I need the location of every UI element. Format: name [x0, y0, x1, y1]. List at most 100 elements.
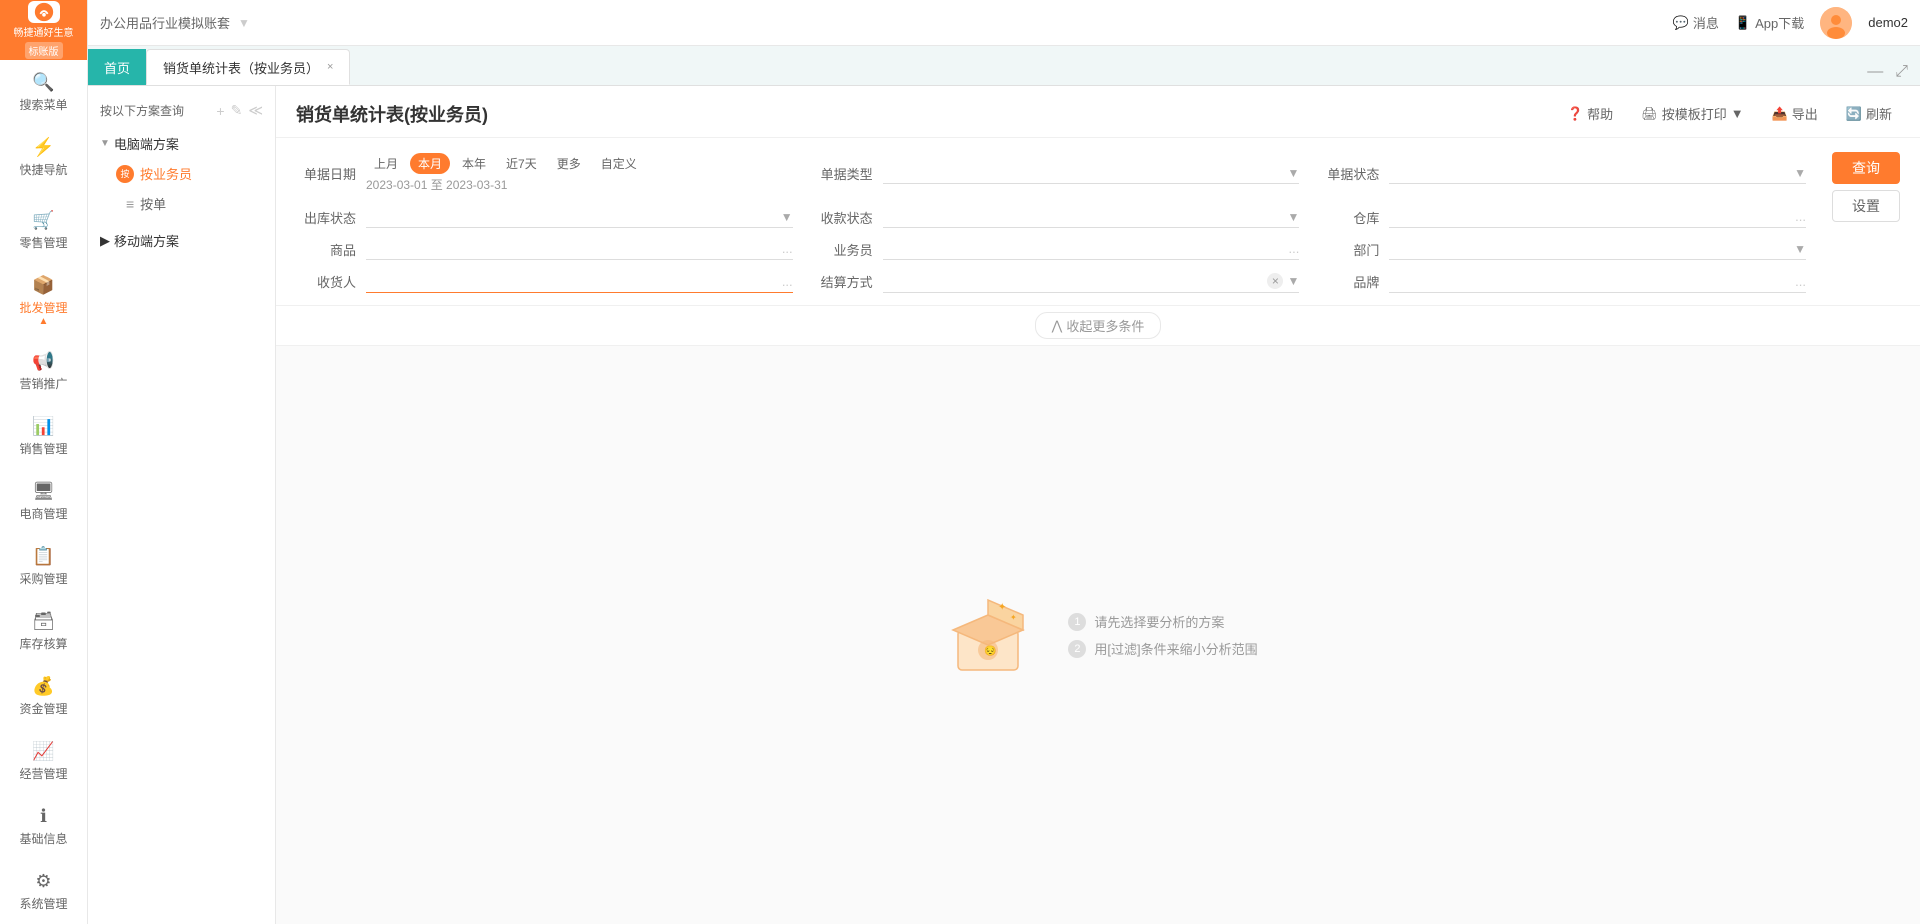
help-button[interactable]: ❓ 帮助 [1559, 100, 1621, 127]
query-button[interactable]: 查询 [1832, 152, 1900, 184]
help-label: 帮助 [1587, 104, 1613, 123]
tip-num-2: 2 [1068, 640, 1086, 658]
home-tab-label: 首页 [104, 58, 130, 77]
out-status-control[interactable]: ▼ [366, 207, 793, 228]
desktop-group-header[interactable]: ▼ 电脑端方案 [88, 129, 275, 158]
scheme-subitem-doc[interactable]: ≡ 按单 [88, 189, 275, 218]
sidebar-item-ecommerce[interactable]: 🖥 电商管理 [0, 469, 87, 534]
sidebar-item-operations[interactable]: 📈 经营管理 [0, 729, 87, 794]
receipt-status-control[interactable]: ▼ [883, 207, 1300, 228]
top-bar: 办公用品行业模拟账套 ▼ 💬 消息 📱 App下载 demo2 [88, 0, 1920, 46]
sidebar-item-inventory[interactable]: 🗃 库存核算 [0, 599, 87, 664]
tab-bar: 首页 销货单统计表（按业务员） × — ⤢ [88, 46, 1920, 86]
brand-cell: 品牌 ... [1309, 271, 1816, 293]
collapse-panel-button[interactable]: ≪ [248, 102, 263, 119]
user-name[interactable]: demo2 [1868, 15, 1908, 30]
sidebar-item-sales[interactable]: 📊 销售管理 [0, 404, 87, 469]
settlement-cell: 结算方式 × ▼ [803, 270, 1310, 293]
page-title: 销货单统计表(按业务员) [296, 101, 488, 127]
page-actions: ❓ 帮助 🖨 按模板打印 ▼ 📤 导出 🔄 刷新 [1559, 100, 1900, 127]
sidebar-item-wholesale[interactable]: 📦 批发管理 ▲ [0, 263, 87, 339]
operations-icon: 📈 [32, 741, 54, 762]
mobile-group-arrow: ▶ [100, 233, 110, 249]
tab-maximize-icon[interactable]: ⤢ [1891, 59, 1912, 85]
department-arrow: ▼ [1794, 242, 1806, 256]
filter-row-3: 商品 ... 业务员 ... [296, 238, 1816, 260]
tab-active[interactable]: 销货单统计表（按业务员） × [146, 49, 350, 85]
marketing-icon: 📢 [32, 351, 54, 372]
consignee-control[interactable]: ... [366, 271, 793, 293]
date-tab-last-month[interactable]: 上月 [366, 153, 406, 174]
scheme-salesperson-icon: 按 [116, 165, 134, 183]
search-menu-icon: 🔍 [32, 72, 54, 93]
print-button[interactable]: 🖨 按模板打印 ▼ [1633, 100, 1751, 127]
date-tab-this-year[interactable]: 本年 [454, 153, 494, 174]
sidebar-item-search-menu[interactable]: 🔍 搜索菜单 [0, 60, 87, 125]
doc-type-control[interactable]: ▼ [883, 163, 1300, 184]
messages-button[interactable]: 💬 消息 [1673, 13, 1719, 32]
page-title-bar: 销货单统计表(按业务员) ❓ 帮助 🖨 按模板打印 ▼ 📤 导出 [276, 86, 1920, 138]
print-dropdown-arrow[interactable]: ▼ [1731, 106, 1744, 121]
settlement-control[interactable]: × ▼ [883, 270, 1300, 293]
product-cell: 商品 ... [296, 238, 803, 260]
sidebar-item-system[interactable]: ⚙ 系统管理 [0, 859, 87, 924]
desktop-group-arrow: ▼ [100, 138, 110, 149]
add-scheme-button[interactable]: + [216, 103, 224, 119]
salesperson-more[interactable]: ... [1288, 241, 1299, 256]
brand-control[interactable]: ... [1389, 271, 1806, 293]
scheme-item-salesperson[interactable]: 按 按业务员 [88, 158, 275, 189]
warehouse-cell: 仓库 ... [1309, 206, 1816, 228]
wholesale-icon: 📦 [32, 275, 54, 296]
doc-status-label: 单据状态 [1319, 164, 1389, 183]
salesperson-control[interactable]: ... [883, 238, 1300, 260]
mobile-group-label: 移动端方案 [114, 231, 179, 250]
sidebar-item-basic[interactable]: ℹ 基础信息 [0, 794, 87, 859]
date-tab-more[interactable]: 更多 [549, 153, 589, 174]
sidebar-label-basic: 基础信息 [19, 830, 67, 847]
filter-and-actions: 单据日期 上月 本月 本年 近7天 更多 自定义 [296, 150, 1900, 293]
sidebar-label-system: 系统管理 [19, 895, 67, 912]
edit-scheme-button[interactable]: ✎ [231, 102, 243, 119]
sidebar-item-marketing[interactable]: 📢 营销推广 [0, 339, 87, 404]
tab-close-button[interactable]: × [327, 61, 333, 73]
out-status-cell: 出库状态 ▼ [296, 207, 803, 228]
department-control[interactable]: ▼ [1389, 239, 1806, 260]
export-label: 导出 [1792, 104, 1818, 123]
settings-button[interactable]: 设置 [1832, 190, 1900, 222]
sidebar-label-marketing: 营销推广 [19, 375, 67, 392]
product-more[interactable]: ... [782, 241, 793, 256]
brand-more[interactable]: ... [1795, 274, 1806, 289]
sidebar-item-purchase[interactable]: 📋 采购管理 [0, 534, 87, 599]
refresh-button[interactable]: 🔄 刷新 [1838, 100, 1900, 127]
collapse-button[interactable]: ⋀ 收起更多条件 [1035, 312, 1162, 339]
scheme-salesperson-label: 按业务员 [140, 164, 192, 183]
date-tab-custom[interactable]: 自定义 [593, 153, 645, 174]
download-icon: 📱 [1735, 15, 1751, 31]
sidebar-label-purchase: 采购管理 [19, 570, 67, 587]
doc-status-control[interactable]: ▼ [1389, 163, 1806, 184]
date-range-text: 2023-03-01 至 2023-03-31 [366, 176, 507, 193]
user-avatar[interactable] [1820, 7, 1852, 39]
sidebar-item-quick-nav[interactable]: ⚡ 快捷导航 [0, 125, 87, 190]
top-bar-right: 💬 消息 📱 App下载 demo2 [1673, 7, 1908, 39]
consignee-more[interactable]: ... [782, 274, 793, 289]
date-tab-this-month[interactable]: 本月 [410, 153, 450, 174]
sidebar-label-ecommerce: 电商管理 [19, 505, 67, 522]
product-control[interactable]: ... [366, 238, 793, 260]
tab-home[interactable]: 首页 [88, 49, 146, 85]
date-filter-control[interactable]: 上月 本月 本年 近7天 更多 自定义 2023-03-01 至 2023-03… [366, 150, 793, 196]
scheme-doc-icon: ≡ [126, 196, 134, 212]
sidebar-item-retail[interactable]: 🛒 零售管理 [0, 198, 87, 263]
app-download-button[interactable]: 📱 App下载 [1735, 13, 1804, 32]
app-logo[interactable]: 畅捷通好生意 标账版 [0, 0, 88, 60]
export-button[interactable]: 📤 导出 [1764, 100, 1826, 127]
settlement-clear-button[interactable]: × [1267, 273, 1283, 289]
tab-minimize-icon[interactable]: — [1863, 59, 1887, 85]
sidebar-item-finance[interactable]: 💰 资金管理 [0, 664, 87, 729]
date-tab-last-7[interactable]: 近7天 [498, 153, 545, 174]
warehouse-more[interactable]: ... [1795, 209, 1806, 224]
mobile-group-header[interactable]: ▶ 移动端方案 [88, 226, 275, 255]
warehouse-control[interactable]: ... [1389, 206, 1806, 228]
filter-row-1: 单据日期 上月 本月 本年 近7天 更多 自定义 [296, 150, 1816, 196]
settlement-label: 结算方式 [813, 272, 883, 291]
